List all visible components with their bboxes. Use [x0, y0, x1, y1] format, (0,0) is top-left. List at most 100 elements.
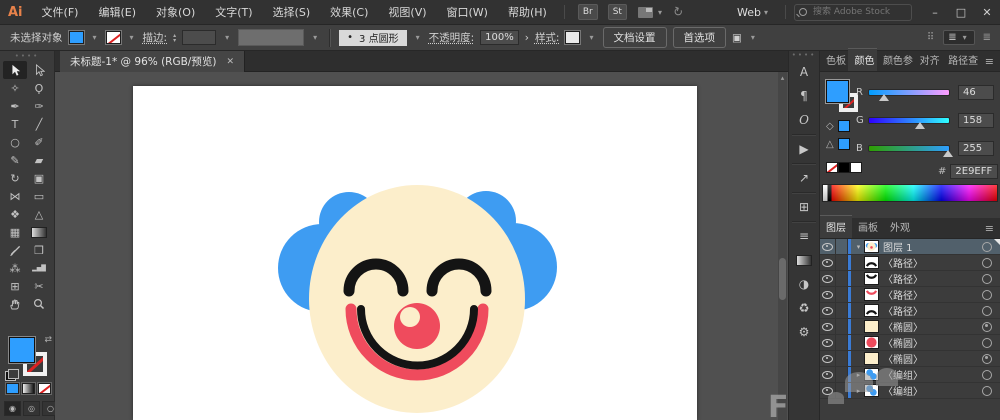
export-panel-icon[interactable]: ↗ — [789, 166, 819, 190]
character-panel-icon[interactable]: A — [789, 60, 819, 84]
chevron-down-icon[interactable]: ▾ — [589, 33, 593, 42]
red-value[interactable]: 46 — [958, 85, 994, 100]
shape-builder-tool[interactable]: ❖ — [3, 205, 27, 223]
chevron-down-icon[interactable]: ▾ — [130, 33, 134, 42]
visibility-toggle[interactable] — [820, 255, 836, 270]
layer-row[interactable]: 〈椭圆〉 — [820, 335, 1000, 351]
tab-pathfinder[interactable]: 路径查 — [942, 49, 979, 71]
preferences-button[interactable]: 首选项 — [673, 27, 727, 48]
pen-tool[interactable]: ✒ — [3, 97, 27, 115]
selection-tool[interactable] — [3, 61, 27, 79]
target-circle[interactable] — [982, 354, 992, 364]
menu-item-select[interactable]: 选择(S) — [264, 2, 320, 22]
layer-thumbnail-black-arc[interactable] — [864, 256, 879, 269]
target-circle[interactable] — [982, 322, 992, 332]
menu-item-help[interactable]: 帮助(H) — [499, 2, 556, 22]
workspace-switcher[interactable]: Web ▾ — [737, 6, 771, 19]
slider-thumb[interactable] — [915, 122, 925, 129]
lock-column[interactable] — [836, 287, 848, 302]
bridge-button[interactable]: Br — [578, 4, 598, 20]
collapse-chevron-icon[interactable]: ▸ — [853, 387, 864, 395]
mesh-tool[interactable]: ▦ — [3, 223, 27, 241]
layer-row[interactable]: 〈路径〉 — [820, 255, 1000, 271]
tab-layers[interactable]: 图层 — [820, 215, 852, 238]
red-slider[interactable] — [868, 89, 950, 96]
stock-search[interactable] — [794, 4, 912, 21]
target-circle[interactable] — [982, 338, 992, 348]
brush-definition-dropdown[interactable]: • 3 点圆形 — [339, 30, 406, 46]
lock-column[interactable] — [836, 383, 848, 398]
close-button[interactable]: ✕ — [974, 0, 1000, 25]
visibility-toggle[interactable] — [820, 287, 836, 302]
opacity-label[interactable]: 不透明度: — [429, 30, 475, 45]
document-tab[interactable]: 未标题-1* @ 96% (RGB/预览) ✕ — [60, 51, 245, 72]
slider-thumb[interactable] — [879, 94, 889, 101]
target-circle[interactable] — [982, 242, 992, 252]
lock-column[interactable] — [836, 335, 848, 350]
menu-lines-icon[interactable]: ≣ — [983, 32, 992, 43]
layer-name[interactable]: 〈路径〉 — [883, 287, 982, 302]
draw-behind-button[interactable]: ◎ — [23, 401, 40, 416]
menu-item-view[interactable]: 视图(V) — [379, 2, 435, 22]
transparency-panel-icon[interactable]: ◑ — [789, 272, 819, 296]
none-swatch[interactable] — [826, 162, 838, 173]
gamut-color-swatch[interactable] — [838, 120, 850, 132]
appearance-panel-icon[interactable]: ≡ — [789, 224, 819, 248]
scale-tool[interactable]: ▣ — [27, 169, 51, 187]
visibility-toggle[interactable] — [820, 367, 836, 382]
canvas-area[interactable]: ▴ — [55, 72, 788, 420]
layer-row[interactable]: 〈椭圆〉 — [820, 351, 1000, 367]
workspace-tool-icon[interactable]: ▣ — [732, 32, 742, 44]
target-circle[interactable] — [982, 370, 992, 380]
layer-thumbnail-blue-group[interactable] — [864, 368, 879, 381]
direct-selection-tool[interactable] — [27, 61, 51, 79]
rotate-tool[interactable]: ↻ — [3, 169, 27, 187]
column-graph-tool[interactable]: ▂▅█ — [27, 259, 51, 277]
touch-workspace-icon[interactable]: ⠿ — [927, 32, 935, 43]
eyedropper-tool[interactable] — [3, 241, 27, 259]
toolbar-grip[interactable]: •••• — [0, 51, 54, 61]
tab-color[interactable]: 颜色 — [848, 48, 876, 71]
layer-thumbnail-black-smile[interactable] — [864, 272, 879, 285]
menu-item-object[interactable]: 对象(O) — [147, 2, 204, 22]
layer-row[interactable]: ▸ 〈编组〉 — [820, 383, 1000, 399]
layer-name[interactable]: 〈编组〉 — [883, 367, 982, 382]
out-of-gamut-row[interactable]: △ — [826, 138, 850, 150]
lock-column[interactable] — [836, 255, 848, 270]
dock-options-icon[interactable]: ≣▾ — [943, 30, 974, 45]
chevron-down-icon[interactable]: ▾ — [658, 8, 662, 17]
web-gamut-row[interactable]: ◇ — [826, 120, 850, 132]
visibility-toggle[interactable] — [820, 271, 836, 286]
opacity-value[interactable]: 100% — [480, 30, 519, 45]
maximize-button[interactable]: □ — [948, 0, 974, 25]
dock-grip[interactable]: •••• — [789, 51, 819, 60]
white-swatch[interactable] — [850, 162, 862, 173]
symbols-panel-icon[interactable]: ♻ — [789, 296, 819, 320]
layer-name[interactable]: 〈椭圆〉 — [883, 335, 982, 350]
color-spectrum-bar[interactable] — [822, 184, 998, 202]
panel-menu-icon[interactable]: ≡ — [979, 222, 1000, 238]
gradient-tool[interactable] — [27, 223, 51, 241]
line-segment-tool[interactable]: ╱ — [27, 115, 51, 133]
blue-slider[interactable] — [868, 145, 950, 152]
green-slider[interactable] — [868, 117, 950, 124]
collapse-chevron-icon[interactable]: ▸ — [853, 371, 864, 379]
paragraph-panel-icon[interactable]: ¶ — [789, 84, 819, 108]
tab-align[interactable]: 对齐 — [914, 49, 942, 71]
color-mode-button[interactable] — [6, 383, 19, 394]
target-circle[interactable] — [982, 274, 992, 284]
visibility-toggle[interactable] — [820, 335, 836, 350]
layer-thumbnail-cream-ellipse[interactable] — [864, 352, 879, 365]
perspective-grid-tool[interactable]: △ — [27, 205, 51, 223]
chevron-down-icon[interactable]: ▾ — [225, 33, 229, 42]
tab-color-guide[interactable]: 颜色参 — [877, 49, 914, 71]
layer-name[interactable]: 〈椭圆〉 — [883, 351, 982, 366]
scroll-up-icon[interactable]: ▴ — [778, 74, 787, 82]
layer-thumbnail-red-ellipse[interactable] — [864, 336, 879, 349]
menu-item-file[interactable]: 文件(F) — [33, 2, 88, 22]
layer-thumbnail-black-arc[interactable] — [864, 304, 879, 317]
search-input[interactable] — [811, 6, 903, 18]
slice-tool[interactable]: ✂ — [27, 277, 51, 295]
green-value[interactable]: 158 — [958, 113, 994, 128]
menu-item-type[interactable]: 文字(T) — [206, 2, 261, 22]
